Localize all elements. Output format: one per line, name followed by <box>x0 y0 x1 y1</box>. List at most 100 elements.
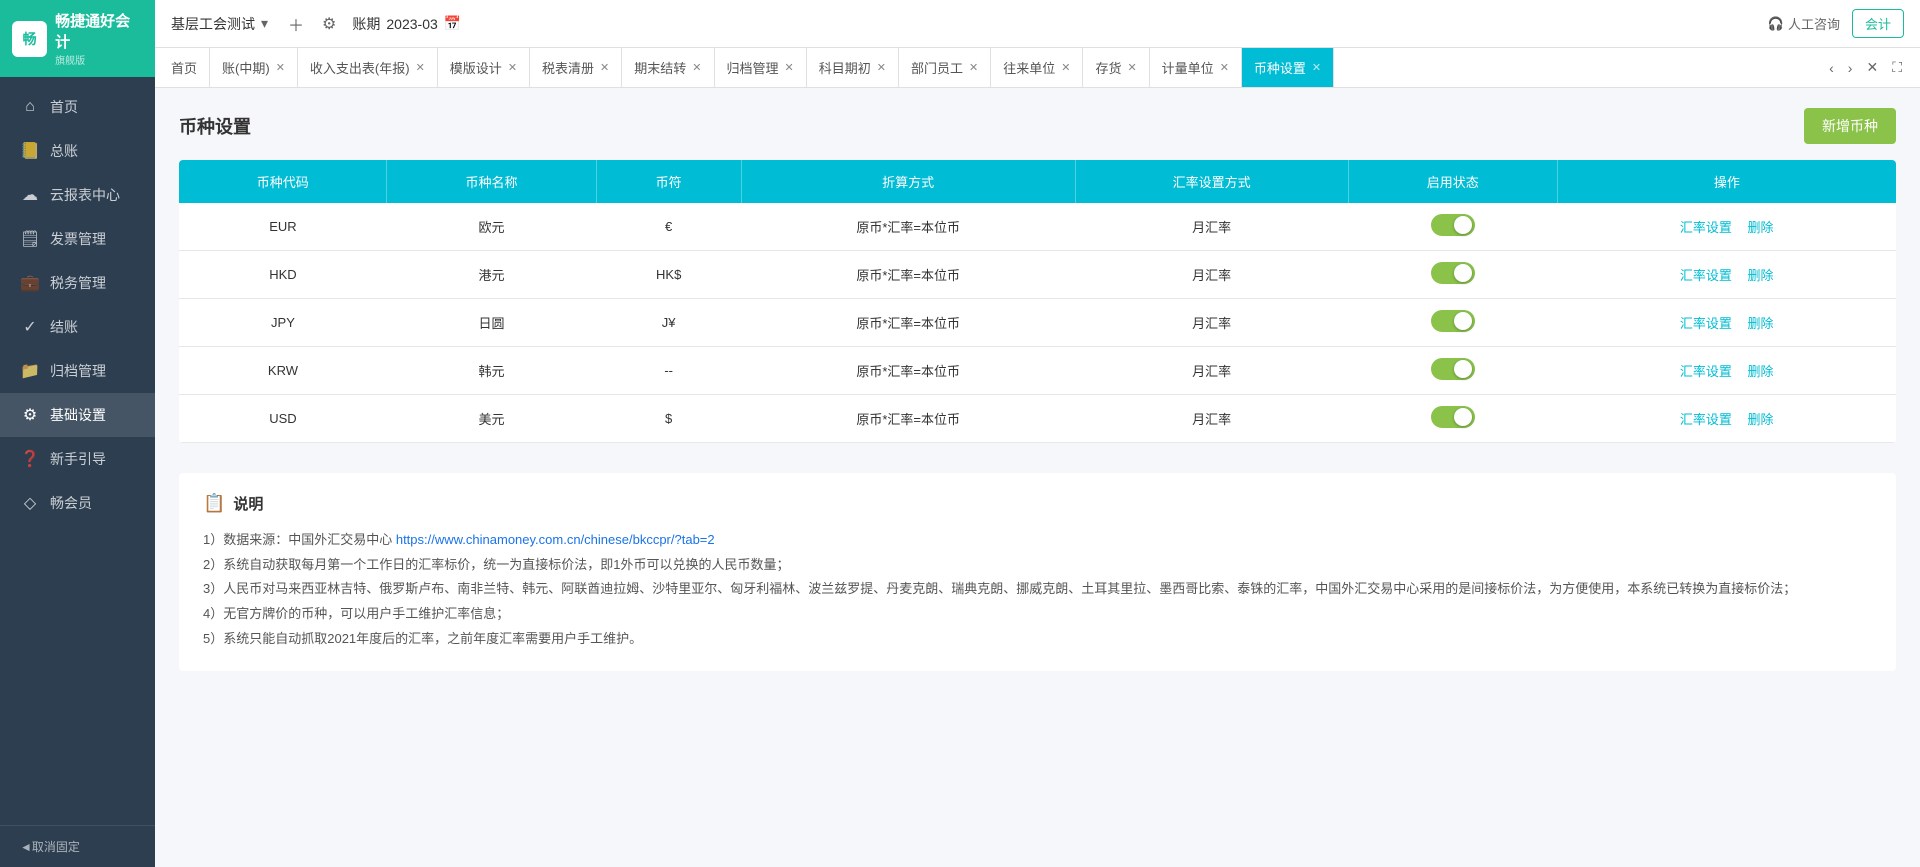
enable-toggle-1[interactable] <box>1431 262 1475 284</box>
add-tab-button[interactable]: ＋ <box>284 8 308 40</box>
tab-period_close[interactable]: 期末结转 ✕ <box>622 48 714 87</box>
tab-close-unit_measure[interactable]: ✕ <box>1220 61 1229 74</box>
rate-settings-link-1[interactable]: 汇率设置 <box>1680 268 1732 283</box>
tab-label-archive: 归档管理 <box>727 58 779 77</box>
tab-close-all-button[interactable]: ✕ <box>1860 55 1884 80</box>
cell-name: 日圆 <box>387 299 596 347</box>
tab-label-period_close: 期末结转 <box>634 58 686 77</box>
tab-close-period_close[interactable]: ✕ <box>692 61 701 74</box>
notice-link[interactable]: https://www.chinamoney.com.cn/chinese/bk… <box>396 532 715 547</box>
col-header-币种代码: 币种代码 <box>179 160 387 203</box>
delete-link-2[interactable]: 删除 <box>1747 316 1773 331</box>
delete-link-3[interactable]: 删除 <box>1747 364 1773 379</box>
tab-dept[interactable]: 部门员工✕ <box>899 48 991 87</box>
sidebar-item-invoice[interactable]: 🗒 发票管理 <box>0 217 155 261</box>
table-row: KRW韩元--原币*汇率=本位币月汇率 汇率设置 删除 <box>179 347 1896 395</box>
sidebar-label-reports: 云报表中心 <box>50 185 120 205</box>
notice-title: 📋 说明 <box>203 493 1872 514</box>
tab-label-stock: 存货 <box>1095 58 1121 77</box>
delete-link-4[interactable]: 删除 <box>1747 412 1773 427</box>
tab-unit_measure[interactable]: 计量单位 ✕ <box>1150 48 1242 87</box>
tab-close-tax[interactable]: ✕ <box>600 61 609 74</box>
sidebar-item-ledger[interactable]: 📒 总账 <box>0 129 155 173</box>
delete-link-1[interactable]: 删除 <box>1747 268 1773 283</box>
col-header-币种名称: 币种名称 <box>387 160 596 203</box>
settings-icon[interactable]: ⚙ <box>318 10 340 38</box>
col-header-折算方式: 折算方式 <box>741 160 1075 203</box>
tab-prev-button[interactable]: ‹ <box>1823 56 1840 80</box>
enable-toggle-2[interactable] <box>1431 310 1475 332</box>
sidebar-item-archive[interactable]: 📁 归档管理 <box>0 349 155 393</box>
page-content: 币种设置 新增币种 币种代码币种名称币符折算方式汇率设置方式启用状态操作 EUR… <box>155 88 1920 867</box>
tab-close-trial[interactable]: ✕ <box>276 61 285 74</box>
page-header: 币种设置 新增币种 <box>179 108 1896 144</box>
company-selector[interactable]: 基层工会测试 ▾ <box>171 14 268 34</box>
tab-home[interactable]: 首页 <box>159 48 210 87</box>
tab-close-template[interactable]: ✕ <box>508 61 517 74</box>
topbar-actions: ＋ ⚙ <box>284 8 340 40</box>
enable-toggle-0[interactable] <box>1431 214 1475 236</box>
tab-close-units[interactable]: ✕ <box>1061 61 1070 74</box>
tab-close-stock[interactable]: ✕ <box>1127 61 1136 74</box>
tab-next-button[interactable]: › <box>1842 56 1859 80</box>
sidebar-item-reports[interactable]: ☁ 云报表中心 <box>0 173 155 217</box>
tab-template[interactable]: 模版设计✕ <box>438 48 530 87</box>
tabbar: 首页账(中期)✕收入支出表(年报)✕模版设计✕税表清册✕期末结转✕归档管理✕科目… <box>155 48 1920 88</box>
period-value: 2023-03 <box>386 16 437 32</box>
sidebar-icon-settings: ⚙ <box>20 405 40 425</box>
sidebar-label-archive: 归档管理 <box>50 361 106 381</box>
sidebar-item-settings[interactable]: ⚙ 基础设置 <box>0 393 155 437</box>
cell-code: HKD <box>179 251 387 299</box>
enable-toggle-4[interactable] <box>1431 406 1475 428</box>
tab-label-income: 收入支出表(年报) <box>310 58 410 77</box>
cell-symbol: J¥ <box>596 299 741 347</box>
tab-stock[interactable]: 存货 ✕ <box>1083 48 1149 87</box>
company-dropdown-icon[interactable]: ▾ <box>261 15 268 32</box>
new-currency-button[interactable]: 新增币种 <box>1804 108 1896 144</box>
enable-toggle-3[interactable] <box>1431 358 1475 380</box>
sidebar-icon-reports: ☁ <box>20 185 40 205</box>
support-button[interactable]: 🎧 人工咨询 <box>1768 14 1840 33</box>
user-role-button[interactable]: 会计 <box>1852 9 1904 38</box>
tab-trial[interactable]: 账(中期)✕ <box>210 48 298 87</box>
rate-settings-link-2[interactable]: 汇率设置 <box>1680 316 1732 331</box>
rate-settings-link-0[interactable]: 汇率设置 <box>1680 220 1732 235</box>
sidebar-item-checkout[interactable]: ✓ 结账 <box>0 305 155 349</box>
rate-settings-link-4[interactable]: 汇率设置 <box>1680 412 1732 427</box>
tab-income[interactable]: 收入支出表(年报) ✕ <box>298 48 438 87</box>
sidebar-item-member[interactable]: ◇ 畅会员 <box>0 481 155 525</box>
col-header-启用状态: 启用状态 <box>1348 160 1557 203</box>
tab-subject[interactable]: 科目期初 ✕ <box>807 48 899 87</box>
notice-list: 1）数据来源：中国外汇交易中心 https://www.chinamoney.c… <box>203 528 1872 651</box>
tab-close-archive[interactable]: ✕ <box>785 61 794 74</box>
tab-close-income[interactable]: ✕ <box>416 61 425 74</box>
cell-conversion: 原币*汇率=本位币 <box>741 251 1075 299</box>
tab-fullscreen-button[interactable]: ⛶ <box>1886 55 1908 80</box>
tab-units[interactable]: 往来单位✕ <box>991 48 1083 87</box>
calendar-icon[interactable]: 📅 <box>444 15 461 32</box>
sidebar-item-home[interactable]: ⌂ 首页 <box>0 85 155 129</box>
tab-label-subject: 科目期初 <box>819 58 871 77</box>
topbar: 基层工会测试 ▾ ＋ ⚙ 账期 2023-03 📅 🎧 人工咨询 会计 <box>155 0 1920 48</box>
tab-label-unit_measure: 计量单位 <box>1162 58 1214 77</box>
rate-settings-link-3[interactable]: 汇率设置 <box>1680 364 1732 379</box>
sidebar-pin-toggle[interactable]: ◄取消固定 <box>0 825 155 867</box>
sidebar-item-guide[interactable]: ❓ 新手引导 <box>0 437 155 481</box>
cell-conversion: 原币*汇率=本位币 <box>741 203 1075 251</box>
tab-close-currency[interactable]: ✕ <box>1312 61 1321 74</box>
cell-rate-type: 月汇率 <box>1075 251 1348 299</box>
tab-currency[interactable]: 币种设置✕ <box>1242 48 1334 87</box>
notice-icon: 📋 <box>203 493 225 514</box>
cell-symbol: -- <box>596 347 741 395</box>
page-title: 币种设置 <box>179 113 251 139</box>
tab-tax[interactable]: 税表清册✕ <box>530 48 622 87</box>
sidebar-item-tax[interactable]: 💼 税务管理 <box>0 261 155 305</box>
cell-actions: 汇率设置 删除 <box>1557 395 1896 443</box>
cell-name: 韩元 <box>387 347 596 395</box>
tab-archive[interactable]: 归档管理 ✕ <box>715 48 807 87</box>
delete-link-0[interactable]: 删除 <box>1747 220 1773 235</box>
cell-toggle <box>1348 203 1557 251</box>
tab-close-dept[interactable]: ✕ <box>969 61 978 74</box>
cell-toggle <box>1348 299 1557 347</box>
tab-close-subject[interactable]: ✕ <box>877 61 886 74</box>
